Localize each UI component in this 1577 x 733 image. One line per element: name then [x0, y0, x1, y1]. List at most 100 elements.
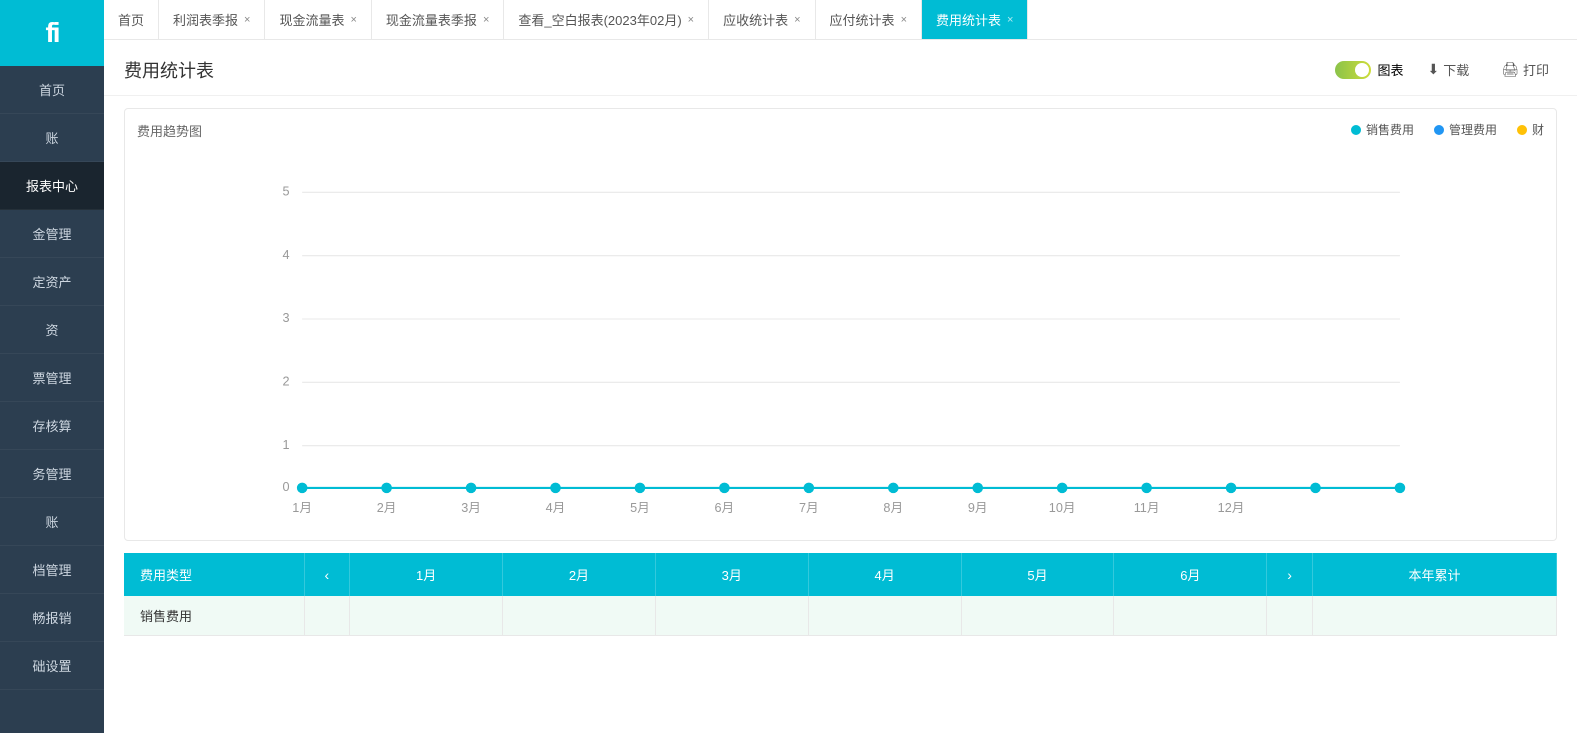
table-cell-m1 — [350, 596, 503, 636]
tab-payable-label: 应付统计表 — [830, 10, 895, 29]
table-header-nav-right[interactable]: › — [1267, 553, 1313, 596]
tab-cashflow-quarterly-close[interactable]: × — [483, 14, 489, 26]
sidebar-item-ledger[interactable]: 账 — [0, 498, 104, 546]
table-header-type: 费用类型 — [124, 553, 304, 596]
table-section: 费用类型 ‹ 1月 2月 3月 4月 5月 6月 › — [124, 553, 1557, 636]
table-row-sales: 销售费用 — [124, 596, 1557, 636]
svg-text:1: 1 — [282, 438, 289, 452]
nav-right-arrow[interactable]: › — [1283, 567, 1296, 583]
tab-blank-view-label: 查看_空白报表(2023年02月) — [518, 10, 681, 29]
legend-sales: 销售费用 — [1351, 121, 1414, 138]
legend-sales-dot — [1351, 125, 1361, 135]
legend-finance-dot — [1517, 125, 1527, 135]
table-header-m1: 1月 — [350, 553, 503, 596]
tab-receivable[interactable]: 应收统计表 × — [709, 0, 815, 40]
sidebar-scroll: 首页 账 报表中心 金管理 定资产 资 票管理 存核算 务管理 账 档管理 畅报… — [0, 66, 104, 733]
sidebar-item-reports[interactable]: 报表中心 — [0, 162, 104, 210]
nav-left-arrow[interactable]: ‹ — [321, 567, 334, 583]
tab-home[interactable]: 首页 — [104, 0, 159, 40]
tab-cashflow-label: 现金流量表 — [279, 10, 344, 29]
legend-admin-dot — [1434, 125, 1444, 135]
svg-text:3: 3 — [282, 311, 289, 325]
chart-toggle[interactable] — [1335, 61, 1371, 79]
chart-toggle-wrap[interactable]: 图表 — [1335, 60, 1403, 79]
chart-svg: 5 4 3 2 1 0 — [137, 148, 1544, 528]
tab-receivable-label: 应收统计表 — [723, 10, 788, 29]
tab-expense[interactable]: 费用统计表 × — [922, 0, 1028, 40]
header-actions: 图表 ⬇ 下载 🖨 打印 — [1335, 56, 1557, 83]
chart-legend: 销售费用 管理费用 财 — [1351, 121, 1544, 138]
table-cell-m4 — [808, 596, 961, 636]
legend-finance: 财 — [1517, 121, 1544, 138]
tab-payable[interactable]: 应付统计表 × — [816, 0, 922, 40]
sidebar-item-inventory[interactable]: 存核算 — [0, 402, 104, 450]
chart-section: 费用趋势图 销售费用 管理费用 财 5 4 — [124, 108, 1557, 541]
legend-finance-label: 财 — [1532, 121, 1544, 138]
sidebar-item-assets[interactable]: 定资产 — [0, 258, 104, 306]
table-cell-cumulative — [1312, 596, 1556, 636]
svg-text:2月: 2月 — [377, 501, 397, 515]
svg-text:10月: 10月 — [1049, 501, 1076, 515]
data-table: 费用类型 ‹ 1月 2月 3月 4月 5月 6月 › — [124, 553, 1557, 636]
sidebar-item-tickets[interactable]: 票管理 — [0, 354, 104, 402]
svg-text:6月: 6月 — [715, 501, 735, 515]
table-cell-m3 — [655, 596, 808, 636]
svg-text:4月: 4月 — [546, 501, 566, 515]
tab-expense-label: 费用统计表 — [936, 10, 1001, 29]
svg-text:1月: 1月 — [292, 501, 312, 515]
svg-text:12月: 12月 — [1218, 501, 1245, 515]
tab-expense-close[interactable]: × — [1007, 14, 1013, 26]
page-content: 费用统计表 图表 ⬇ 下载 🖨 打印 费用趋势图 — [104, 40, 1577, 733]
chart-container: 5 4 3 2 1 0 — [137, 148, 1544, 528]
sidebar-item-affairs[interactable]: 务管理 — [0, 450, 104, 498]
table-cell-nav — [304, 596, 350, 636]
print-button[interactable]: 🖨 打印 — [1493, 56, 1557, 83]
tab-receivable-close[interactable]: × — [794, 14, 800, 26]
table-cell-m6 — [1114, 596, 1267, 636]
svg-text:3月: 3月 — [461, 501, 481, 515]
sidebar-item-archives[interactable]: 档管理 — [0, 546, 104, 594]
svg-text:0: 0 — [282, 480, 289, 494]
table-header-m4: 4月 — [808, 553, 961, 596]
legend-admin-label: 管理费用 — [1449, 121, 1497, 138]
sidebar-item-cash[interactable]: 金管理 — [0, 210, 104, 258]
table-cell-m2 — [503, 596, 656, 636]
svg-text:2: 2 — [282, 375, 289, 389]
tab-profit[interactable]: 利润表季报 × — [159, 0, 265, 40]
tab-profit-close[interactable]: × — [244, 14, 250, 26]
svg-text:5月: 5月 — [630, 501, 650, 515]
main-content: 首页 利润表季报 × 现金流量表 × 现金流量表季报 × 查看_空白报表(202… — [104, 0, 1577, 733]
table-cell-m5 — [961, 596, 1114, 636]
sidebar-item-account[interactable]: 账 — [0, 114, 104, 162]
sidebar-item-reimburse[interactable]: 畅报销 — [0, 594, 104, 642]
chart-title: 费用趋势图 — [137, 121, 1544, 140]
table-cell-nav2 — [1267, 596, 1313, 636]
print-icon: 🖨 — [1501, 61, 1519, 78]
tab-cashflow-close[interactable]: × — [350, 14, 356, 26]
tab-profit-label: 利润表季报 — [173, 10, 238, 29]
sidebar-item-home[interactable]: 首页 — [0, 66, 104, 114]
svg-text:7月: 7月 — [799, 501, 819, 515]
tab-cashflow-quarterly[interactable]: 现金流量表季报 × — [372, 0, 504, 40]
tab-cashflow[interactable]: 现金流量表 × — [265, 0, 371, 40]
table-header-m5: 5月 — [961, 553, 1114, 596]
svg-text:11月: 11月 — [1134, 501, 1160, 515]
tab-home-label: 首页 — [118, 10, 144, 29]
legend-sales-label: 销售费用 — [1366, 121, 1414, 138]
sidebar-item-capital[interactable]: 资 — [0, 306, 104, 354]
legend-admin: 管理费用 — [1434, 121, 1497, 138]
svg-text:5: 5 — [282, 185, 289, 199]
table-header-m2: 2月 — [503, 553, 656, 596]
tab-payable-close[interactable]: × — [901, 14, 907, 26]
tab-blank-view-close[interactable]: × — [688, 14, 694, 26]
table-header-nav-left[interactable]: ‹ — [304, 553, 350, 596]
table-header-m6: 6月 — [1114, 553, 1267, 596]
sidebar-item-settings[interactable]: 础设置 — [0, 642, 104, 690]
tab-blank-view[interactable]: 查看_空白报表(2023年02月) × — [504, 0, 709, 40]
download-button[interactable]: ⬇ 下载 — [1419, 56, 1477, 83]
download-icon: ⬇ — [1427, 61, 1439, 78]
download-label: 下载 — [1443, 60, 1469, 79]
svg-text:8月: 8月 — [883, 501, 903, 515]
print-label: 打印 — [1523, 60, 1549, 79]
tab-bar: 首页 利润表季报 × 现金流量表 × 现金流量表季报 × 查看_空白报表(202… — [104, 0, 1577, 40]
